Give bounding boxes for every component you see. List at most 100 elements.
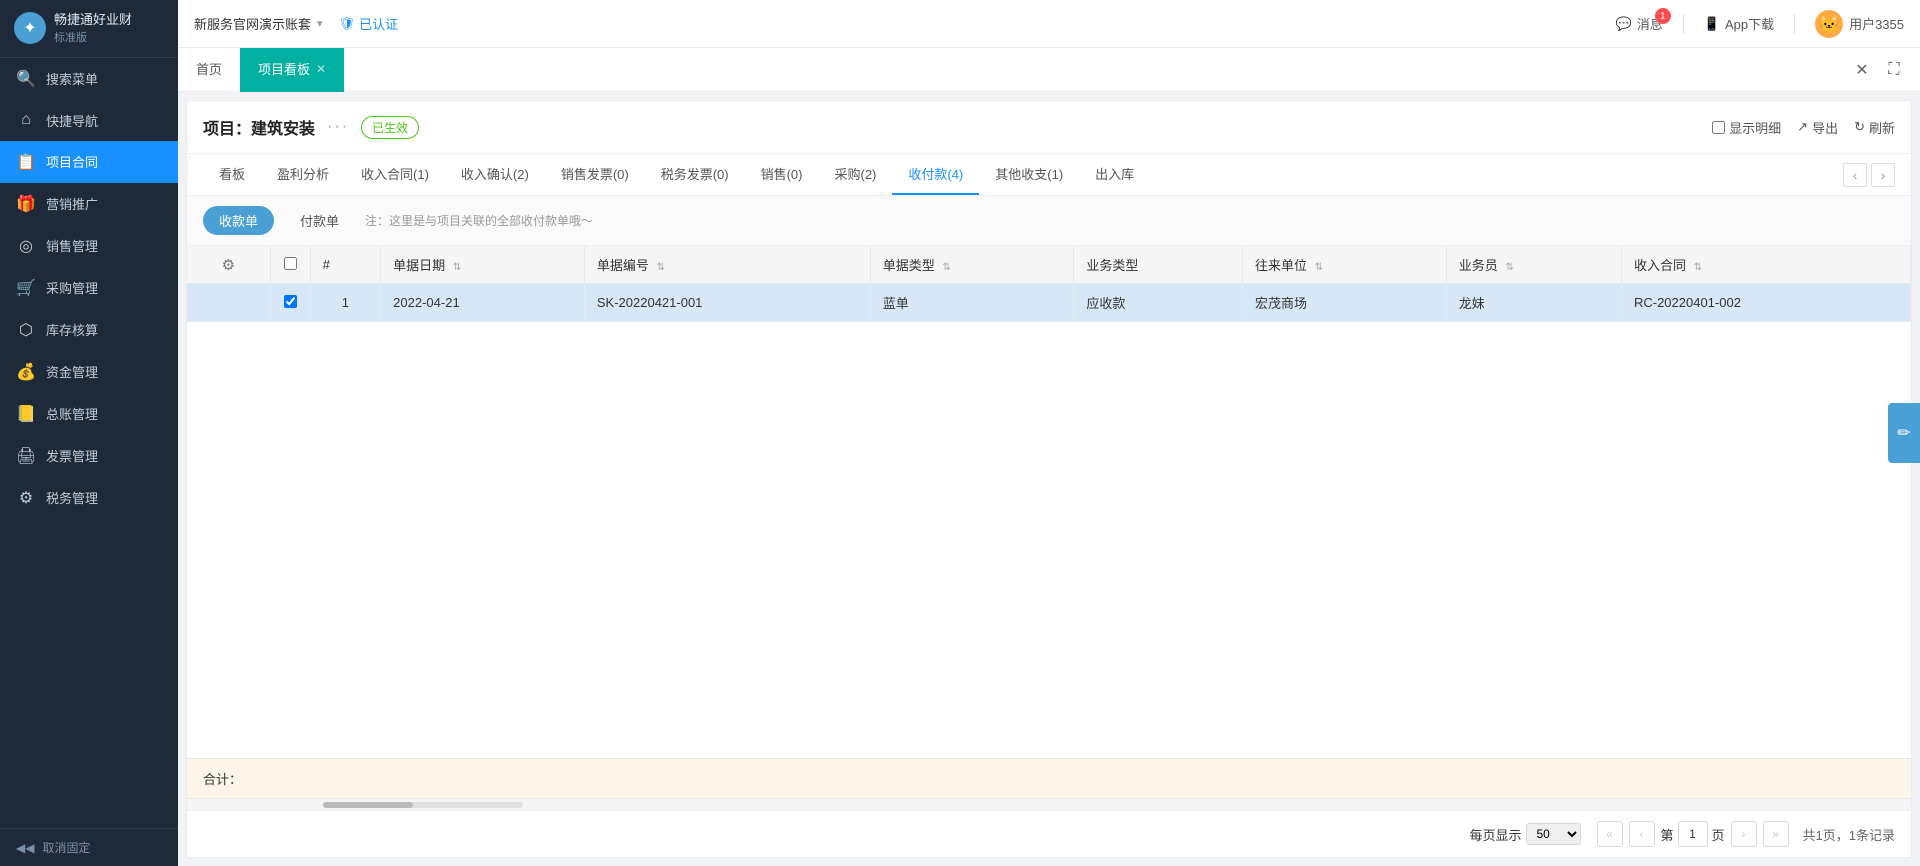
sidebar-item-project-contract[interactable]: 📋 项目合同 bbox=[0, 141, 178, 183]
td-num: 1 bbox=[310, 284, 381, 322]
project-title: 项目：建筑安装 bbox=[203, 115, 315, 139]
scroll-track[interactable] bbox=[323, 802, 523, 808]
user-avatar: 🐱 bbox=[1815, 10, 1843, 38]
td-company: 宏茂商场 bbox=[1243, 284, 1447, 322]
account-selector[interactable]: 新服务官网演示账套 ▾ bbox=[194, 14, 323, 33]
sub-tab-sales-invoice[interactable]: 销售发票(0) bbox=[545, 154, 645, 195]
project-icon: 📋 bbox=[16, 152, 36, 172]
sub-tab-other-payment[interactable]: 其他收支(1) bbox=[979, 154, 1079, 195]
account-dropdown-icon: ▾ bbox=[317, 17, 323, 30]
sub-tab-income-confirm[interactable]: 收入确认(2) bbox=[445, 154, 545, 195]
sub-tab-purchase[interactable]: 采购(2) bbox=[818, 154, 892, 195]
sidebar-logo: ✦ 畅捷通好业财 标准版 bbox=[0, 0, 178, 58]
sidebar-item-ledger[interactable]: 📒 总账管理 bbox=[0, 393, 178, 435]
last-page-icon: » bbox=[1772, 827, 1779, 841]
tab-close-icon[interactable]: ✕ bbox=[316, 62, 326, 76]
th-checkbox bbox=[270, 246, 310, 284]
row-checkbox[interactable] bbox=[284, 295, 297, 308]
th-biz-type: 业务类型 bbox=[1074, 246, 1243, 284]
th-income-contract[interactable]: 收入合同 ⇅ bbox=[1621, 246, 1910, 284]
first-page-button[interactable]: « bbox=[1597, 821, 1623, 847]
tax-icon: ⚙ bbox=[16, 488, 36, 508]
sub-tab-prev-button[interactable]: ‹ bbox=[1843, 163, 1867, 187]
th-salesperson[interactable]: 业务员 ⇅ bbox=[1446, 246, 1621, 284]
gift-icon: 🎁 bbox=[16, 194, 36, 214]
td-code[interactable]: SK-20220421-001 bbox=[584, 284, 870, 322]
td-biz-type: 应收款 bbox=[1074, 284, 1243, 322]
more-options-button[interactable]: ··· bbox=[327, 118, 349, 136]
unpin-icon: ◀◀ bbox=[16, 841, 34, 855]
sub-tab-warehouse[interactable]: 出入库 bbox=[1079, 154, 1150, 195]
floating-side-button[interactable]: ✏ bbox=[1888, 403, 1911, 463]
sub-tab-kanban[interactable]: 看板 bbox=[203, 154, 261, 195]
search-icon: 🔍 bbox=[16, 69, 36, 89]
user-menu[interactable]: 🐱 用户3355 bbox=[1815, 10, 1904, 38]
sidebar-unpin-button[interactable]: ◀◀ 取消固定 bbox=[0, 828, 178, 866]
th-num: # bbox=[310, 246, 381, 284]
top-bar: 新服务官网演示账套 ▾ 🛡 已认证 💬 消息 1 📱 App下载 🐱 用户335… bbox=[178, 0, 1920, 48]
th-type[interactable]: 单据类型 ⇅ bbox=[870, 246, 1074, 284]
sort-date-icon: ⇅ bbox=[453, 262, 461, 273]
tab-home[interactable]: 首页 bbox=[178, 48, 240, 92]
export-button[interactable]: ↗ 导出 bbox=[1797, 118, 1838, 137]
message-icon: 💬 bbox=[1616, 16, 1632, 32]
sidebar-item-fund[interactable]: 💰 资金管理 bbox=[0, 351, 178, 393]
sidebar-item-search[interactable]: 🔍 搜索菜单 bbox=[0, 58, 178, 100]
td-checkbox[interactable] bbox=[270, 284, 310, 322]
sidebar-item-quick-nav[interactable]: ⌂ 快捷导航 bbox=[0, 100, 178, 141]
pagination: 每页显示 10 20 50 100 « ‹ 第 1 页 › bbox=[187, 810, 1911, 857]
show-detail-checkbox[interactable]: 显示明细 bbox=[1712, 118, 1781, 137]
payment-tab-button[interactable]: 付款单 bbox=[284, 206, 355, 235]
refresh-button[interactable]: ↻ 刷新 bbox=[1854, 118, 1895, 137]
sub-tab-payment[interactable]: 收付款(4) bbox=[892, 154, 979, 195]
th-settings[interactable]: ⚙ bbox=[187, 246, 270, 284]
scroll-thumb[interactable] bbox=[323, 802, 413, 808]
message-button[interactable]: 💬 消息 1 bbox=[1616, 14, 1663, 33]
main-content: 新服务官网演示账套 ▾ 🛡 已认证 💬 消息 1 📱 App下载 🐱 用户335… bbox=[178, 0, 1920, 866]
tab-project-board[interactable]: 项目看板 ✕ bbox=[240, 48, 344, 92]
last-page-button[interactable]: » bbox=[1763, 821, 1789, 847]
th-date[interactable]: 单据日期 ⇅ bbox=[381, 246, 585, 284]
account-name: 新服务官网演示账套 bbox=[194, 14, 311, 33]
next-page-button[interactable]: › bbox=[1731, 821, 1757, 847]
column-settings-icon[interactable]: ⚙ bbox=[222, 257, 235, 274]
app-download-button[interactable]: 📱 App下载 bbox=[1704, 14, 1774, 33]
sub-tab-sales[interactable]: 销售(0) bbox=[745, 154, 819, 195]
sidebar-item-inventory[interactable]: ⬡ 库存核算 bbox=[0, 309, 178, 351]
sort-code-icon: ⇅ bbox=[657, 262, 665, 273]
sort-salesperson-icon: ⇅ bbox=[1505, 262, 1513, 273]
next-page-icon: › bbox=[1742, 827, 1746, 841]
sidebar-item-purchase[interactable]: 🛒 采购管理 bbox=[0, 267, 178, 309]
sort-type-icon: ⇅ bbox=[942, 262, 950, 273]
sidebar-item-marketing[interactable]: 🎁 营销推广 bbox=[0, 183, 178, 225]
page-size-select-input[interactable]: 10 20 50 100 bbox=[1526, 823, 1581, 845]
th-code[interactable]: 单据编号 ⇅ bbox=[584, 246, 870, 284]
top-bar-right: 💬 消息 1 📱 App下载 🐱 用户3355 bbox=[1616, 10, 1904, 38]
th-company[interactable]: 往来单位 ⇅ bbox=[1243, 246, 1447, 284]
sidebar-item-sales[interactable]: ◎ 销售管理 bbox=[0, 225, 178, 267]
receipt-tab-button[interactable]: 收款单 bbox=[203, 206, 274, 235]
sub-tab-income-contract[interactable]: 收入合同(1) bbox=[345, 154, 445, 195]
scroll-bar-area[interactable] bbox=[187, 798, 1911, 810]
home-icon: ⌂ bbox=[16, 111, 36, 129]
tab-close-window-button[interactable]: ✕ bbox=[1848, 56, 1876, 84]
sidebar-item-tax[interactable]: ⚙ 税务管理 bbox=[0, 477, 178, 519]
page-info: 第 1 页 bbox=[1661, 821, 1725, 847]
tab-maximize-button[interactable]: ⛶ bbox=[1880, 56, 1908, 84]
prev-page-button[interactable]: ‹ bbox=[1629, 821, 1655, 847]
sidebar-item-invoice[interactable]: 🖨 发票管理 bbox=[0, 435, 178, 477]
shield-icon: 🛡 bbox=[339, 16, 356, 32]
sidebar-menu: 🔍 搜索菜单 ⌂ 快捷导航 📋 项目合同 🎁 营销推广 ◎ 销售管理 🛒 采购管… bbox=[0, 58, 178, 828]
data-table: ⚙ # 单据日期 ⇅ 单据编号 ⇅ bbox=[187, 246, 1911, 322]
select-all-checkbox[interactable] bbox=[284, 257, 297, 270]
td-date: 2022-04-21 bbox=[381, 284, 585, 322]
project-header-actions: 显示明细 ↗ 导出 ↻ 刷新 bbox=[1712, 118, 1895, 137]
sub-tab-profit[interactable]: 盈利分析 bbox=[261, 154, 345, 195]
divider2 bbox=[1794, 14, 1795, 34]
project-status-badge: 已生效 bbox=[361, 116, 419, 139]
sub-tab-next-button[interactable]: › bbox=[1871, 163, 1895, 187]
sub-tab-tax-invoice[interactable]: 税务发票(0) bbox=[645, 154, 745, 195]
table-row[interactable]: 1 2022-04-21 SK-20220421-001 蓝单 应收款 宏茂商场… bbox=[187, 284, 1911, 322]
page-size-selector[interactable]: 每页显示 10 20 50 100 bbox=[1469, 823, 1580, 845]
show-detail-input[interactable] bbox=[1712, 121, 1725, 134]
